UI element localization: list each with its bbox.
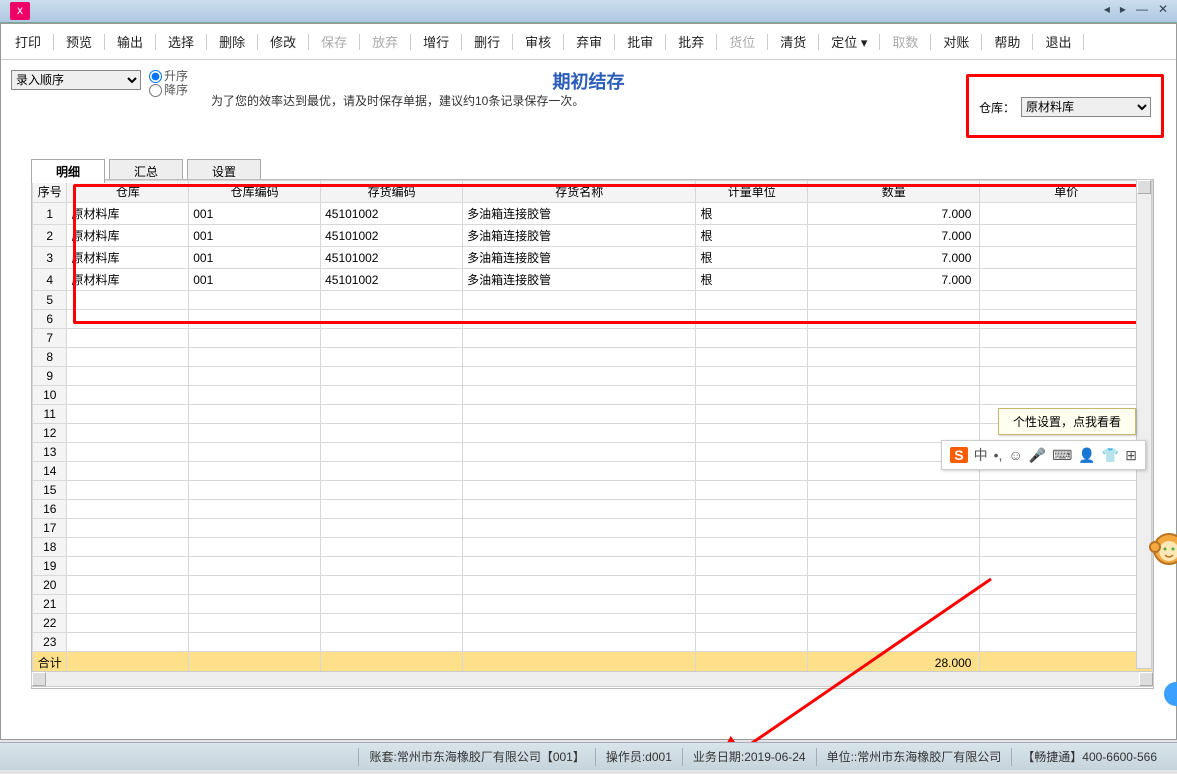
table-row-empty[interactable]: 6 xyxy=(33,310,1153,329)
toolbar-修改[interactable]: 修改 xyxy=(262,28,304,55)
toolbar-对账[interactable]: 对账 xyxy=(935,28,977,55)
page-title: 期初结存 xyxy=(553,68,625,94)
sort-desc-radio[interactable] xyxy=(149,84,162,97)
table-row-empty[interactable]: 17 xyxy=(33,519,1153,538)
ime-emoji-icon: ☺ xyxy=(1008,447,1022,463)
sort-asc-radio[interactable] xyxy=(149,70,162,83)
sort-desc-label: 降序 xyxy=(164,83,188,97)
ime-user-icon: 👤 xyxy=(1078,447,1095,464)
table-row-empty[interactable]: 8 xyxy=(33,348,1153,367)
table-row-empty[interactable]: 15 xyxy=(33,481,1153,500)
ime-mic-icon: 🎤 xyxy=(1029,447,1046,464)
status-phone: 【畅捷通】400-6600-566 xyxy=(1011,748,1167,766)
status-bar: 账套:常州市东海橡胶厂有限公司【001】 操作员:d001 业务日期:2019-… xyxy=(0,742,1177,770)
col-序号: 序号 xyxy=(33,181,67,203)
status-operator: 操作员:d001 xyxy=(595,748,682,766)
warehouse-label: 仓库： xyxy=(979,99,1015,116)
toolbar-选择[interactable]: 选择 xyxy=(160,28,202,55)
toolbar-退出[interactable]: 退出 xyxy=(1037,28,1079,55)
toolbar: 打印预览输出选择删除修改保存放弃增行删行审核弃审批审批弃货位清货定位 ▾ 取数对账… xyxy=(1,24,1176,60)
nav-fwd-icon[interactable]: ▸ xyxy=(1117,2,1129,16)
ime-skin-icon: 👕 xyxy=(1102,447,1119,464)
ime-lang: 中 xyxy=(974,445,988,465)
horizontal-scrollbar[interactable] xyxy=(31,671,1154,687)
ime-logo: S xyxy=(950,447,967,463)
col-数量: 数量 xyxy=(808,181,980,203)
col-存货编码: 存货编码 xyxy=(321,181,463,203)
toolbar-审核[interactable]: 审核 xyxy=(517,28,559,55)
hint-text: 为了您的效率达到最优，请及时保存单据，建议约10条记录保存一次。 xyxy=(211,92,584,109)
status-bizdate: 业务日期:2019-06-24 xyxy=(682,748,816,766)
ime-grid-icon: ⊞ xyxy=(1125,447,1137,464)
status-account: 账套:常州市东海橡胶厂有限公司【001】 xyxy=(358,748,594,766)
col-仓库编码: 仓库编码 xyxy=(189,181,321,203)
toolbar-保存: 保存 xyxy=(313,28,355,55)
col-计量单位: 计量单位 xyxy=(696,181,808,203)
toolbar-定位 ▾[interactable]: 定位 ▾ xyxy=(823,28,875,55)
warehouse-selector: 仓库： 原材料库 xyxy=(966,74,1164,138)
table-row-empty[interactable]: 19 xyxy=(33,557,1153,576)
toolbar-货位: 货位 xyxy=(721,28,763,55)
order-select[interactable]: 录入顺序 xyxy=(11,70,141,90)
ime-keyboard-icon: ⌨ xyxy=(1052,447,1072,464)
table-row-empty[interactable]: 16 xyxy=(33,500,1153,519)
sort-asc-label: 升序 xyxy=(164,69,188,83)
toolbar-批弃[interactable]: 批弃 xyxy=(670,28,712,55)
toolbar-预览[interactable]: 预览 xyxy=(58,28,100,55)
col-单价: 单价 xyxy=(980,181,1153,203)
table-row-empty[interactable]: 22 xyxy=(33,614,1153,633)
toolbar-放弃: 放弃 xyxy=(364,28,406,55)
toolbar-输出[interactable]: 输出 xyxy=(109,28,151,55)
toolbar-删行[interactable]: 删行 xyxy=(466,28,508,55)
toolbar-帮助[interactable]: 帮助 xyxy=(986,28,1028,55)
side-help-icon[interactable] xyxy=(1164,682,1177,706)
table-row-empty[interactable]: 18 xyxy=(33,538,1153,557)
table-row-empty[interactable]: 21 xyxy=(33,595,1153,614)
close-icon[interactable]: ✕ xyxy=(1155,2,1171,16)
table-row[interactable]: 4原材料库00145101002多油箱连接胶管根7.000 xyxy=(33,269,1153,291)
ime-toolbar[interactable]: S 中 •, ☺ 🎤 ⌨ 👤 👕 ⊞ xyxy=(941,440,1146,470)
table-row-empty[interactable]: 5 xyxy=(33,291,1153,310)
table-row-empty[interactable]: 20 xyxy=(33,576,1153,595)
data-table: 序号仓库仓库编码存货编码存货名称计量单位数量单价 1原材料库0014510100… xyxy=(32,180,1153,674)
table-row-empty[interactable]: 23 xyxy=(33,633,1153,652)
col-仓库: 仓库 xyxy=(67,181,189,203)
vertical-scrollbar[interactable] xyxy=(1136,179,1152,669)
toolbar-增行[interactable]: 增行 xyxy=(415,28,457,55)
table-row[interactable]: 1原材料库00145101002多油箱连接胶管根7.000 xyxy=(33,203,1153,225)
table-row[interactable]: 3原材料库00145101002多油箱连接胶管根7.000 xyxy=(33,247,1153,269)
data-table-wrap: 序号仓库仓库编码存货编码存货名称计量单位数量单价 1原材料库0014510100… xyxy=(31,179,1154,689)
table-row-empty[interactable]: 10 xyxy=(33,386,1153,405)
nav-back-icon[interactable]: ◂ xyxy=(1101,2,1113,16)
table-row-empty[interactable]: 9 xyxy=(33,367,1153,386)
toolbar-删除[interactable]: 删除 xyxy=(211,28,253,55)
sort-radios: 升序 降序 xyxy=(149,70,188,98)
warehouse-select[interactable]: 原材料库 xyxy=(1021,97,1151,117)
toolbar-清货[interactable]: 清货 xyxy=(772,28,814,55)
col-存货名称: 存货名称 xyxy=(463,181,696,203)
ime-punct-icon: •, xyxy=(994,447,1003,463)
assistant-monkey-icon[interactable] xyxy=(1141,529,1177,579)
window-titlebar: x ◂ ▸ — ✕ xyxy=(0,0,1177,23)
table-row[interactable]: 2原材料库00145101002多油箱连接胶管根7.000 xyxy=(33,225,1153,247)
toolbar-批审[interactable]: 批审 xyxy=(619,28,661,55)
table-row-empty[interactable]: 11 xyxy=(33,405,1153,424)
status-company: 单位::常州市东海橡胶厂有限公司 xyxy=(816,748,1012,766)
minimize-icon[interactable]: — xyxy=(1133,2,1151,16)
personalize-tip[interactable]: 个性设置，点我看看 xyxy=(998,408,1136,435)
toolbar-打印[interactable]: 打印 xyxy=(7,28,49,55)
toolbar-取数: 取数 xyxy=(884,28,926,55)
close-button[interactable]: x xyxy=(10,2,30,20)
tab-detail[interactable]: 明细 xyxy=(31,159,105,183)
main-panel: 打印预览输出选择删除修改保存放弃增行删行审核弃审批审批弃货位清货定位 ▾ 取数对账… xyxy=(0,23,1177,740)
toolbar-弃审[interactable]: 弃审 xyxy=(568,28,610,55)
table-row-empty[interactable]: 7 xyxy=(33,329,1153,348)
